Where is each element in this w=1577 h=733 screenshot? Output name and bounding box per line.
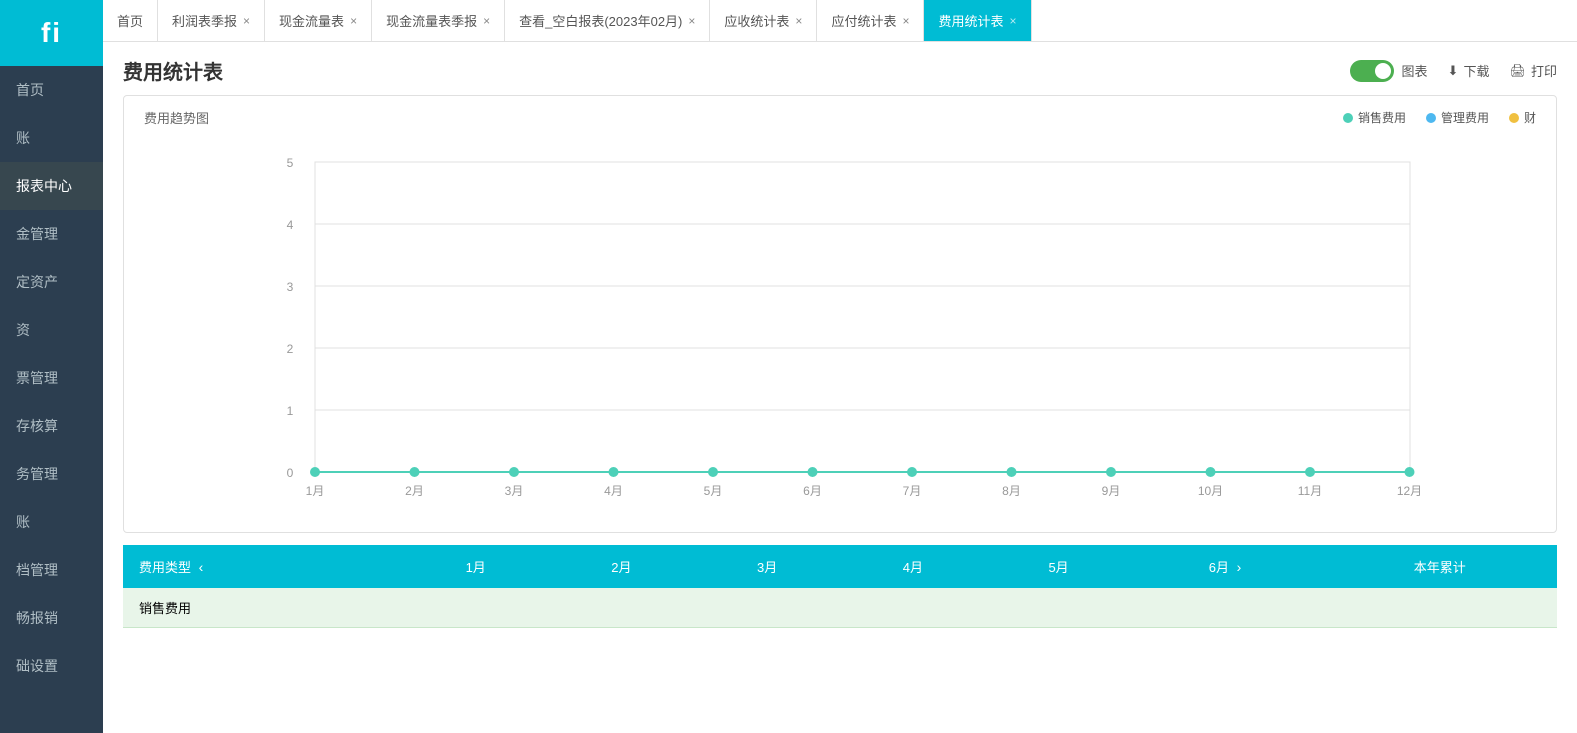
svg-text:0: 0 [287,466,294,480]
table-header-m5: 5月 [986,545,1132,588]
tab-blank-report[interactable]: 查看_空白报表(2023年02月) × [505,0,710,41]
row-type: 销售费用 [123,588,403,628]
tab-close-2[interactable]: × [350,14,357,28]
legend-dot-finance [1509,113,1519,123]
tab-cashflow-quarter[interactable]: 现金流量表季报 × [372,0,505,41]
next-arrow[interactable]: › [1233,559,1246,575]
table-section: 费用类型 ‹ 1月 2月 3月 4月 5月 6月 › 本年累计 [123,545,1557,733]
line-chart: 0 1 2 3 4 5 [144,137,1536,507]
svg-text:5: 5 [287,156,294,170]
data-table: 费用类型 ‹ 1月 2月 3月 4月 5月 6月 › 本年累计 [123,545,1557,628]
svg-text:9月: 9月 [1102,484,1121,498]
svg-text:2月: 2月 [405,484,424,498]
legend-finance: 财 [1509,109,1536,126]
svg-text:6月: 6月 [803,484,822,498]
row-m4 [840,588,986,628]
svg-text:1月: 1月 [306,484,325,498]
row-m2 [549,588,695,628]
chart-toggle-container: 图表 [1350,60,1428,82]
main-area: 首页 利润表季报 × 现金流量表 × 现金流量表季报 × 查看_空白报表(202… [103,0,1577,733]
sidebar-item-service[interactable]: 务管理 [0,450,103,498]
legend-label-mgmt: 管理费用 [1441,109,1489,126]
table-header-type: 费用类型 ‹ [123,545,403,588]
svg-text:2: 2 [287,342,294,356]
sidebar-item-expense[interactable]: 畅报销 [0,594,103,642]
tab-profit-quarter[interactable]: 利润表季报 × [158,0,265,41]
tab-payable[interactable]: 应付统计表 × [817,0,924,41]
svg-text:4月: 4月 [604,484,623,498]
legend-dot-sales [1343,113,1353,123]
tab-cashflow[interactable]: 现金流量表 × [265,0,372,41]
download-icon: ⬇ [1448,63,1459,79]
sidebar-logo: fi [0,0,103,66]
sidebar-item-account[interactable]: 账 [0,114,103,162]
tab-close-6[interactable]: × [902,14,909,28]
table-header-m4: 4月 [840,545,986,588]
svg-text:3月: 3月 [505,484,524,498]
row-m1 [403,588,549,628]
table-row: 销售费用 [123,588,1557,628]
tab-close-5[interactable]: × [795,14,802,28]
sidebar-item-home[interactable]: 首页 [0,66,103,114]
page-title: 费用统计表 [123,56,223,85]
row-m5 [986,588,1132,628]
tab-close-1[interactable]: × [243,14,250,28]
svg-text:3: 3 [287,280,294,294]
row-total [1323,588,1557,628]
row-m6 [1131,588,1322,628]
legend-label-sales: 销售费用 [1358,109,1406,126]
content-area: 费用统计表 图表 ⬇ 下载 🖨 打印 费用趋势图 [103,42,1577,733]
svg-text:1: 1 [287,404,294,418]
table-header-total: 本年累计 [1323,545,1557,588]
prev-arrow[interactable]: ‹ [195,559,208,575]
legend-mgmt: 管理费用 [1426,109,1489,126]
tab-expense-stats[interactable]: 费用统计表 × [924,0,1031,41]
legend-sales: 销售费用 [1343,109,1406,126]
table-header-m3: 3月 [694,545,840,588]
svg-text:8月: 8月 [1002,484,1021,498]
chart-toggle[interactable] [1350,60,1394,82]
chart-legend: 销售费用 管理费用 财 [1343,109,1536,126]
chart-header: 费用趋势图 销售费用 管理费用 财 [144,108,1536,127]
tab-close-7[interactable]: × [1009,14,1016,28]
row-m3 [694,588,840,628]
svg-text:10月: 10月 [1198,484,1223,498]
svg-text:5月: 5月 [704,484,723,498]
tab-bar: 首页 利润表季报 × 现金流量表 × 现金流量表季报 × 查看_空白报表(202… [103,0,1577,42]
chart-section: 费用趋势图 销售费用 管理费用 财 [123,95,1557,533]
sidebar-item-reports[interactable]: 报表中心 [0,162,103,210]
sidebar-item-assets[interactable]: 定资产 [0,258,103,306]
legend-label-finance: 财 [1524,109,1536,126]
header-actions: 图表 ⬇ 下载 🖨 打印 [1350,60,1557,82]
print-button[interactable]: 🖨 打印 [1509,61,1557,80]
table-header-m1: 1月 [403,545,549,588]
svg-text:11月: 11月 [1298,484,1322,498]
sidebar: fi 首页 账 报表中心 金管理 定资产 资 票管理 存核算 务管理 账 档管理… [0,0,103,733]
sidebar-item-inventory[interactable]: 存核算 [0,402,103,450]
tab-home[interactable]: 首页 [103,0,158,41]
tab-close-3[interactable]: × [483,14,490,28]
sidebar-item-invoice[interactable]: 票管理 [0,354,103,402]
download-button[interactable]: ⬇ 下载 [1448,61,1490,80]
print-icon: 🖨 [1509,63,1526,79]
page-header: 费用统计表 图表 ⬇ 下载 🖨 打印 [103,42,1577,95]
legend-dot-mgmt [1426,113,1436,123]
table-header-m6: 6月 › [1131,545,1322,588]
sidebar-item-archive[interactable]: 档管理 [0,546,103,594]
tab-close-4[interactable]: × [688,14,695,28]
table-header-m2: 2月 [549,545,695,588]
svg-text:12月: 12月 [1397,484,1422,498]
sidebar-item-settings[interactable]: 础设置 [0,642,103,690]
chart-title: 费用趋势图 [144,108,209,127]
sidebar-item-capital[interactable]: 资 [0,306,103,354]
sidebar-item-ledger[interactable]: 账 [0,498,103,546]
tab-receivable[interactable]: 应收统计表 × [710,0,817,41]
svg-text:7月: 7月 [903,484,922,498]
chart-toggle-label: 图表 [1402,61,1428,80]
svg-text:4: 4 [287,218,294,232]
sidebar-item-fund[interactable]: 金管理 [0,210,103,258]
